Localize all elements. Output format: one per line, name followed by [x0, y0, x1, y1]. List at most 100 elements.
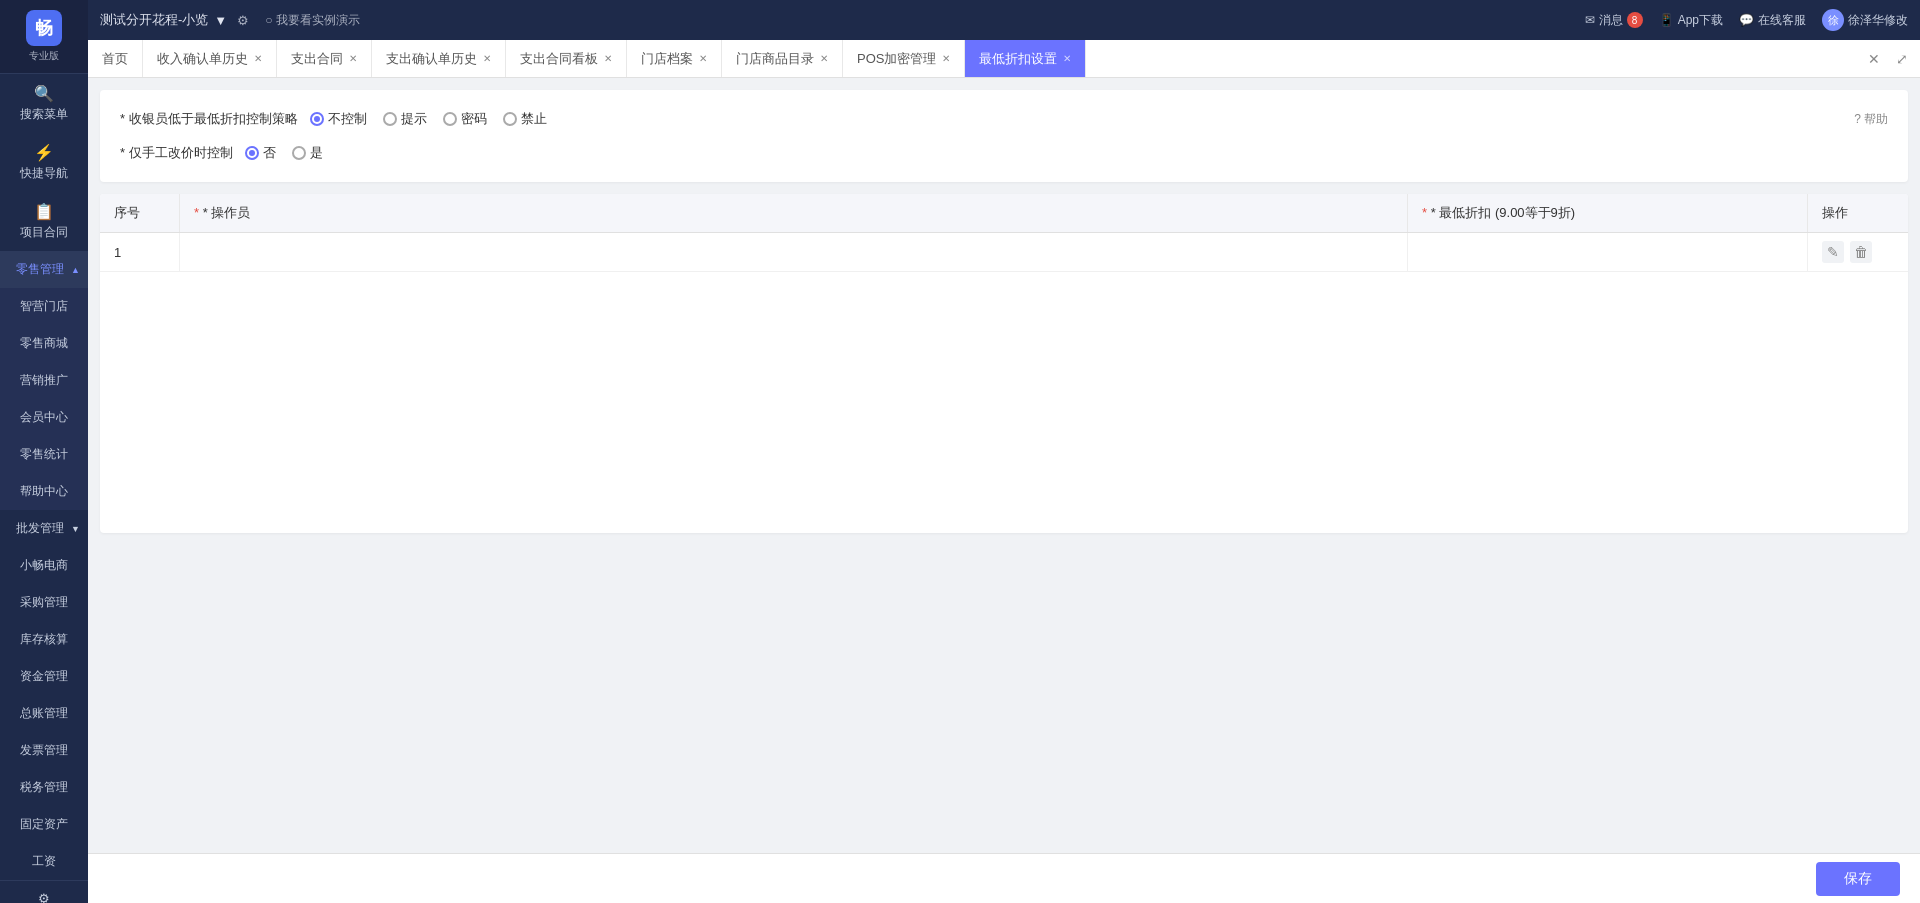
tab-close-icon[interactable]: ✕: [699, 53, 707, 64]
service-icon: 💬: [1739, 13, 1754, 27]
topbar: 测试分开花程-小览 ▼ ⚙ ○ 我要看实例演示 ✉ 消息 8 📱 App下载 💬…: [88, 0, 1920, 40]
radio-label-hint: 提示: [401, 110, 427, 128]
th-discount: * * 最低折扣 (9.00等于9折): [1408, 194, 1808, 232]
sidebar-item-label: 固定资产: [20, 816, 68, 833]
shortcut-icon: ⚡: [34, 143, 54, 162]
radio-input-hint[interactable]: [383, 112, 397, 126]
radio-forbid[interactable]: 禁止: [503, 110, 547, 128]
tab-pay-confirm[interactable]: 支出确认单历史 ✕: [372, 40, 506, 78]
sidebar-item-ledger[interactable]: 总账管理: [0, 695, 88, 732]
sidebar-item-assets[interactable]: 固定资产: [0, 806, 88, 843]
table-body: 1 ✎ 🗑: [100, 233, 1908, 533]
sidebar-item-salary[interactable]: 工资: [0, 843, 88, 880]
radio-password[interactable]: 密码: [443, 110, 487, 128]
tab-home[interactable]: 首页: [88, 40, 143, 78]
message-button[interactable]: ✉ 消息 8: [1585, 12, 1643, 29]
sidebar-item-label: 采购管理: [20, 594, 68, 611]
td-discount: [1408, 233, 1808, 271]
tab-close-all-icon[interactable]: ✕: [1864, 49, 1884, 69]
edit-button[interactable]: ✎: [1822, 241, 1844, 263]
help-link[interactable]: ? 帮助: [1854, 111, 1888, 128]
tab-close-icon[interactable]: ✕: [604, 53, 612, 64]
sidebar-item-retail[interactable]: 零售管理 ▲: [0, 251, 88, 288]
sidebar-item-online-store[interactable]: 零售商城: [0, 325, 88, 362]
logo-sub: 专业版: [29, 49, 59, 63]
discount-table: 序号 * * 操作员 * * 最低折扣 (9.00等于9折) 操作 1: [100, 194, 1908, 533]
tab-label: 支出确认单历史: [386, 50, 477, 68]
tab-income-confirm[interactable]: 收入确认单历史 ✕: [143, 40, 277, 78]
tab-close-icon[interactable]: ✕: [1063, 53, 1071, 64]
delete-button[interactable]: 🗑: [1850, 241, 1872, 263]
tab-expand-icon[interactable]: ⤢: [1892, 49, 1912, 69]
demo-icon: ○: [265, 13, 272, 27]
message-badge: 8: [1627, 12, 1643, 28]
th-actions: 操作: [1808, 194, 1908, 232]
user-profile-button[interactable]: 徐 徐泽华修改: [1822, 9, 1908, 31]
tab-close-icon[interactable]: ✕: [483, 53, 491, 64]
message-icon: ✉: [1585, 13, 1595, 27]
topbar-project[interactable]: 测试分开花程-小览 ▼: [100, 11, 227, 29]
sidebar-item-purchase[interactable]: 采购管理: [0, 584, 88, 621]
sidebar-item-help[interactable]: 帮助中心: [0, 473, 88, 510]
sidebar-item-label: 税务管理: [20, 779, 68, 796]
radio-input-no-control[interactable]: [310, 112, 324, 126]
tab-label: 首页: [102, 50, 128, 68]
sidebar-item-ecommerce[interactable]: 小畅电商: [0, 547, 88, 584]
sidebar-item-marketing[interactable]: 营销推广: [0, 362, 88, 399]
topbar-right: ✉ 消息 8 📱 App下载 💬 在线客服 徐 徐泽华修改: [1585, 9, 1908, 31]
tab-label: 支出合同: [291, 50, 343, 68]
project-name: 测试分开花程-小览: [100, 11, 208, 29]
tab-close-icon[interactable]: ✕: [349, 53, 357, 64]
sidebar-settings[interactable]: ⚙: [0, 880, 88, 903]
tab-store-file[interactable]: 门店档案 ✕: [627, 40, 722, 78]
app-download-button[interactable]: 📱 App下载: [1659, 12, 1723, 29]
sidebar-item-label: 库存核算: [20, 631, 68, 648]
tab-close-icon[interactable]: ✕: [942, 53, 950, 64]
sidebar-item-label: 零售商城: [20, 335, 68, 352]
sidebar-item-wholesale[interactable]: 批发管理 ▼: [0, 510, 88, 547]
sidebar-item-finance[interactable]: 资金管理: [0, 658, 88, 695]
radio-no-control[interactable]: 不控制: [310, 110, 367, 128]
radio-input-no[interactable]: [245, 146, 259, 160]
topbar-demo[interactable]: ○ 我要看实例演示: [265, 12, 360, 29]
tab-close-icon[interactable]: ✕: [254, 53, 262, 64]
radio-no[interactable]: 否: [245, 144, 276, 162]
sidebar-item-inventory[interactable]: 库存核算: [0, 621, 88, 658]
sidebar-item-retail-stats[interactable]: 零售统计: [0, 436, 88, 473]
tab-pos-manage[interactable]: POS加密管理 ✕: [843, 40, 965, 78]
save-button[interactable]: 保存: [1816, 862, 1900, 896]
tab-store-goods[interactable]: 门店商品目录 ✕: [722, 40, 843, 78]
tab-label: 收入确认单历史: [157, 50, 248, 68]
sidebar-item-label: 工资: [32, 853, 56, 870]
radio-label-no: 否: [263, 144, 276, 162]
radio-yes[interactable]: 是: [292, 144, 323, 162]
td-index: 1: [100, 233, 180, 271]
tab-label: 最低折扣设置: [979, 50, 1057, 68]
online-service-button[interactable]: 💬 在线客服: [1739, 12, 1806, 29]
footer: 保存: [88, 853, 1920, 903]
tab-pay-contract[interactable]: 支出合同 ✕: [277, 40, 372, 78]
radio-hint[interactable]: 提示: [383, 110, 427, 128]
sidebar-item-label: 会员中心: [20, 409, 68, 426]
tabbar: 首页 收入确认单历史 ✕ 支出合同 ✕ 支出确认单历史 ✕ 支出合同看板 ✕ 门…: [88, 40, 1920, 78]
tab-label: POS加密管理: [857, 50, 936, 68]
sidebar-item-tax[interactable]: 税务管理: [0, 769, 88, 806]
table-header: 序号 * * 操作员 * * 最低折扣 (9.00等于9折) 操作: [100, 194, 1908, 233]
sidebar-item-shortcut[interactable]: ⚡ 快捷导航: [0, 133, 88, 192]
tab-discount[interactable]: 最低折扣设置 ✕: [965, 40, 1086, 78]
tab-pay-board[interactable]: 支出合同看板 ✕: [506, 40, 627, 78]
topbar-settings-button[interactable]: ⚙: [237, 13, 249, 28]
tabbar-actions: ✕ ⤢: [1864, 49, 1920, 69]
sidebar-item-project[interactable]: 📋 项目合同: [0, 192, 88, 251]
sidebar-item-label: 搜索菜单: [20, 106, 68, 123]
sidebar-item-smart-store[interactable]: 智营门店: [0, 288, 88, 325]
radio-label-forbid: 禁止: [521, 110, 547, 128]
project-icon: 📋: [34, 202, 54, 221]
sidebar-item-search[interactable]: 🔍 搜索菜单: [0, 74, 88, 133]
tab-close-icon[interactable]: ✕: [820, 53, 828, 64]
sidebar-item-invoice[interactable]: 发票管理: [0, 732, 88, 769]
radio-input-forbid[interactable]: [503, 112, 517, 126]
sidebar-item-member[interactable]: 会员中心: [0, 399, 88, 436]
radio-input-yes[interactable]: [292, 146, 306, 160]
radio-input-password[interactable]: [443, 112, 457, 126]
